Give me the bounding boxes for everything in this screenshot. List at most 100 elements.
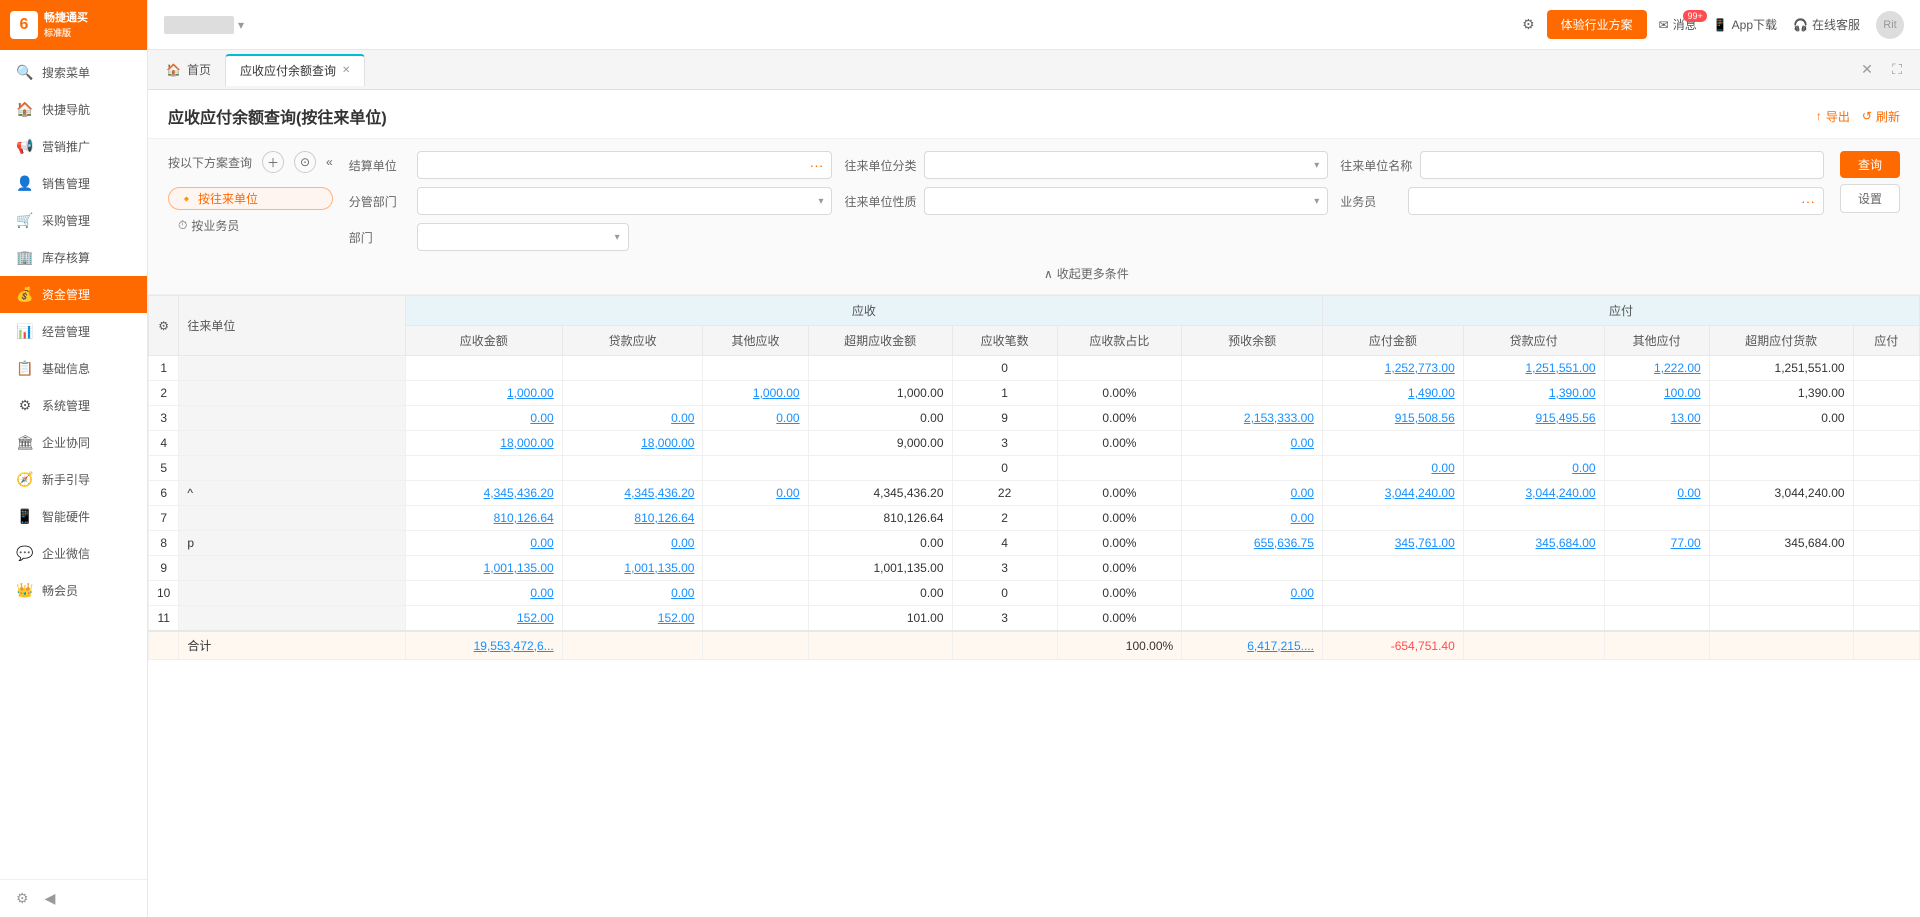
table-cell-link[interactable] <box>1182 606 1323 632</box>
partner-name-input[interactable] <box>1420 151 1824 179</box>
user-avatar[interactable]: Rit <box>1876 11 1904 39</box>
table-cell-link[interactable] <box>703 556 808 581</box>
table-cell-link[interactable]: 0.00 <box>1182 481 1323 506</box>
table-cell-link[interactable] <box>703 456 808 481</box>
table-cell-link[interactable]: 3,044,240.00 <box>1322 481 1463 506</box>
table-cell-link[interactable] <box>1604 581 1709 606</box>
query-button[interactable]: 查询 <box>1840 151 1900 178</box>
table-cell-link[interactable] <box>562 381 703 406</box>
table-cell-link[interactable]: 0.00 <box>703 481 808 506</box>
sidebar-item-basic[interactable]: 📋 基础信息 <box>0 350 147 387</box>
sidebar-item-quick-nav[interactable]: 🏠 快捷导航 <box>0 91 147 128</box>
table-cell-link[interactable]: 0.00 <box>405 531 562 556</box>
maximize-window-button[interactable]: ⛶ <box>1886 59 1908 81</box>
export-button[interactable]: ↑ 导出 <box>1816 108 1850 125</box>
table-cell-link[interactable]: 77.00 <box>1604 531 1709 556</box>
table-cell-link[interactable]: 0.00 <box>562 581 703 606</box>
refresh-button[interactable]: ↺ 刷新 <box>1862 108 1900 125</box>
table-cell-link[interactable]: 0.00 <box>1322 456 1463 481</box>
table-cell-link[interactable]: 0.00 <box>1182 431 1323 456</box>
table-cell-link[interactable] <box>703 506 808 531</box>
table-cell-link[interactable]: 18,000.00 <box>562 431 703 456</box>
footer-ar-amount[interactable]: 19,553,472,6... <box>405 631 562 660</box>
tab-home[interactable]: 🏠 首页 <box>152 54 225 86</box>
table-settings-col[interactable]: ⚙ <box>149 296 179 356</box>
close-window-button[interactable]: ✕ <box>1856 59 1878 81</box>
table-cell-link[interactable] <box>1182 381 1323 406</box>
scheme-partner-unit[interactable]: 🔸 按往来单位 <box>168 187 333 210</box>
sidebar-item-purchase[interactable]: 🛒 采购管理 <box>0 202 147 239</box>
table-cell-link[interactable] <box>703 606 808 632</box>
table-cell-link[interactable]: 810,126.64 <box>562 506 703 531</box>
table-cell-link[interactable]: 0.00 <box>562 531 703 556</box>
tab-close-icon[interactable]: ✕ <box>342 65 350 76</box>
table-cell-link[interactable] <box>1463 506 1604 531</box>
table-cell-link[interactable]: 1,222.00 <box>1604 356 1709 381</box>
app-download-button[interactable]: 📱 App下载 <box>1713 16 1777 33</box>
table-cell-link[interactable]: 0.00 <box>405 406 562 431</box>
partner-nature-select[interactable]: ▾ <box>924 187 1328 215</box>
table-cell-link[interactable] <box>1604 431 1709 456</box>
table-cell-link[interactable]: 915,508.56 <box>1322 406 1463 431</box>
table-cell-link[interactable]: 345,761.00 <box>1322 531 1463 556</box>
table-cell-link[interactable] <box>703 431 808 456</box>
table-cell-link[interactable]: 1,390.00 <box>1463 381 1604 406</box>
footer-prepay[interactable]: 6,417,215.... <box>1182 631 1323 660</box>
table-cell-link[interactable] <box>1463 556 1604 581</box>
dept-manager-select[interactable]: ▾ <box>417 187 833 215</box>
table-cell-link[interactable]: 1,001,135.00 <box>405 556 562 581</box>
table-cell-link[interactable] <box>562 456 703 481</box>
table-cell-link[interactable]: 915,495.56 <box>1463 406 1604 431</box>
table-cell-link[interactable]: 0.00 <box>562 406 703 431</box>
table-cell-link[interactable] <box>1322 506 1463 531</box>
collapse-conditions-button[interactable]: ∧ 收起更多条件 <box>1044 265 1129 282</box>
table-cell-link[interactable]: 3,044,240.00 <box>1463 481 1604 506</box>
table-cell-link[interactable]: 1,000.00 <box>405 381 562 406</box>
table-cell-link[interactable] <box>703 581 808 606</box>
table-cell-link[interactable] <box>405 356 562 381</box>
filter-scheme-button[interactable]: ⊙ <box>294 151 316 173</box>
table-cell-link[interactable]: 1,001,135.00 <box>562 556 703 581</box>
table-cell-link[interactable]: 0.00 <box>1182 506 1323 531</box>
table-cell-link[interactable] <box>562 356 703 381</box>
sidebar-item-hardware[interactable]: 📱 智能硬件 <box>0 498 147 535</box>
table-cell-link[interactable]: 18,000.00 <box>405 431 562 456</box>
table-cell-link[interactable]: 0.00 <box>1463 456 1604 481</box>
table-cell-link[interactable] <box>405 456 562 481</box>
table-cell-link[interactable]: 4,345,436.20 <box>405 481 562 506</box>
sidebar-item-sales[interactable]: 👤 销售管理 <box>0 165 147 202</box>
sidebar-settings-icon[interactable]: ⚙ <box>16 890 29 907</box>
sidebar-collapse-icon[interactable]: ◀ <box>45 890 56 907</box>
tab-ar-ap[interactable]: 应收应付余额查询 ✕ <box>225 54 365 86</box>
table-cell-link[interactable]: 655,636.75 <box>1182 531 1323 556</box>
message-button[interactable]: ✉ 消息 99+ <box>1659 16 1697 33</box>
table-cell-link[interactable]: 0.00 <box>405 581 562 606</box>
sidebar-item-inventory[interactable]: 🏢 库存核算 <box>0 239 147 276</box>
table-cell-link[interactable]: 1,251,551.00 <box>1463 356 1604 381</box>
table-cell-link[interactable]: 810,126.64 <box>405 506 562 531</box>
table-cell-link[interactable] <box>1322 556 1463 581</box>
sidebar-item-capital[interactable]: 💰 资金管理 <box>0 276 147 313</box>
sidebar-item-system[interactable]: ⚙ 系统管理 <box>0 387 147 424</box>
table-cell-link[interactable] <box>1463 581 1604 606</box>
department-select[interactable]: ▾ <box>417 223 629 251</box>
sidebar-item-wechat[interactable]: 💬 企业微信 <box>0 535 147 572</box>
table-cell-link[interactable] <box>1463 431 1604 456</box>
table-cell-link[interactable]: 345,684.00 <box>1463 531 1604 556</box>
filter-collapse-button[interactable]: « <box>326 155 333 169</box>
sidebar-item-corp[interactable]: 🏛 企业协同 <box>0 424 147 461</box>
promo-button[interactable]: 体验行业方案 <box>1547 10 1647 39</box>
table-cell-link[interactable] <box>1182 456 1323 481</box>
salesman-select[interactable]: ··· <box>1408 187 1824 215</box>
table-cell-link[interactable]: 0.00 <box>703 406 808 431</box>
table-cell-link[interactable] <box>1182 356 1323 381</box>
table-cell-link[interactable] <box>1463 606 1604 632</box>
scheme-salesman[interactable]: ⏱ 按业务员 <box>168 214 333 237</box>
table-cell-link[interactable] <box>1604 456 1709 481</box>
customer-service-button[interactable]: 🎧 在线客服 <box>1793 16 1860 33</box>
table-cell-link[interactable] <box>1604 556 1709 581</box>
table-cell-link[interactable] <box>1322 581 1463 606</box>
table-cell-link[interactable]: 152.00 <box>405 606 562 632</box>
sidebar-item-operation[interactable]: 📊 经营管理 <box>0 313 147 350</box>
sidebar-item-marketing[interactable]: 📢 营销推广 <box>0 128 147 165</box>
